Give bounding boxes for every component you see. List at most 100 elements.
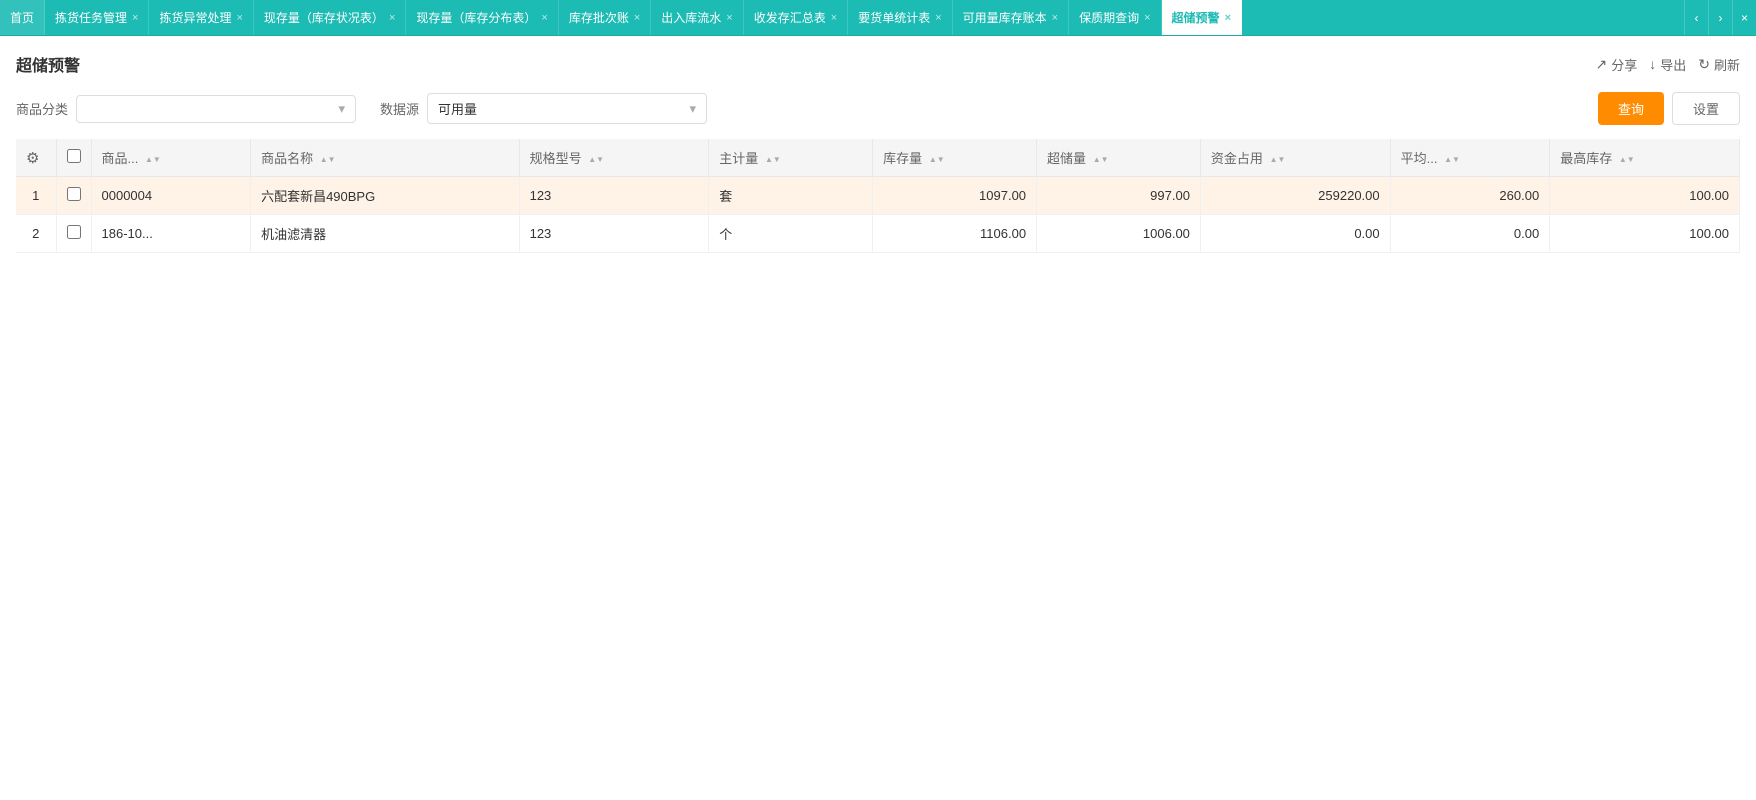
nav-collect[interactable]: 收发存汇总表 × — [744, 0, 848, 36]
col-spec: 规格型号 ▲▼ — [519, 139, 709, 177]
sort-code-icon[interactable]: ▲▼ — [145, 156, 161, 164]
sort-avg-icon[interactable]: ▲▼ — [1444, 156, 1460, 164]
refresh-button[interactable]: ↻ 刷新 — [1698, 55, 1740, 74]
sort-max-icon[interactable]: ▲▼ — [1619, 156, 1635, 164]
row-unit: 套 — [709, 177, 873, 215]
category-filter-group: 商品分类 ▾ — [16, 95, 356, 123]
row-name: 六配套新昌490BPG — [251, 177, 520, 215]
category-select[interactable]: ▾ — [76, 95, 356, 123]
col-stock: 库存量 ▲▼ — [873, 139, 1037, 177]
data-table: ⚙ 商品... ▲▼ 商品名称 ▲▼ 规格型号 ▲▼ 主计 — [16, 139, 1740, 253]
row-number: 2 — [16, 215, 56, 253]
nav-stock-dist[interactable]: 现存量（库存分布表） × — [406, 0, 558, 36]
settings-button[interactable]: 设置 — [1672, 92, 1740, 125]
row-overstock: 1006.00 — [1037, 215, 1201, 253]
sort-name-icon[interactable]: ▲▼ — [320, 156, 336, 164]
nav-prev-arrow[interactable]: ‹ — [1684, 0, 1708, 36]
row-name: 机油滤清器 — [251, 215, 520, 253]
sort-overstock-icon[interactable]: ▲▼ — [1093, 156, 1109, 164]
nav-stock-status[interactable]: 现存量（库存状况表） × — [254, 0, 406, 36]
col-unit: 主计量 ▲▼ — [709, 139, 873, 177]
row-number: 1 — [16, 177, 56, 215]
close-batch-icon[interactable]: × — [634, 12, 640, 24]
table-row: 2 186-10... 机油滤清器 123 个 1106.00 1006.00 … — [16, 215, 1740, 253]
row-code: 186-10... — [91, 215, 251, 253]
close-overstock-icon[interactable]: × — [1225, 12, 1231, 24]
col-name: 商品名称 ▲▼ — [251, 139, 520, 177]
page-header: 超储预警 ↗ 分享 ↓ 导出 ↻ 刷新 — [16, 52, 1740, 76]
close-inout-icon[interactable]: × — [726, 12, 732, 24]
close-collect-icon[interactable]: × — [831, 12, 837, 24]
row-overstock: 997.00 — [1037, 177, 1201, 215]
nav-quality[interactable]: 保质期查询 × — [1069, 0, 1161, 36]
row-unit: 个 — [709, 215, 873, 253]
nav-abnormal[interactable]: 拣货异常处理 × — [149, 0, 253, 36]
datasource-label: 数据源 — [380, 99, 419, 118]
sort-unit-icon[interactable]: ▲▼ — [765, 156, 781, 164]
gear-icon: ⚙ — [26, 150, 39, 167]
datasource-select[interactable]: 可用量 ▾ — [427, 93, 707, 124]
datasource-filter-group: 数据源 可用量 ▾ — [380, 93, 707, 124]
row-spec: 123 — [519, 177, 709, 215]
refresh-icon: ↻ — [1698, 56, 1710, 73]
nav-task[interactable]: 拣货任务管理 × — [45, 0, 149, 36]
row-max: 100.00 — [1550, 177, 1740, 215]
export-icon: ↓ — [1649, 56, 1656, 72]
select-all-checkbox[interactable] — [67, 149, 81, 163]
table-header-row: ⚙ 商品... ▲▼ 商品名称 ▲▼ 规格型号 ▲▼ 主计 — [16, 139, 1740, 177]
category-label: 商品分类 — [16, 99, 68, 118]
row-spec: 123 — [519, 215, 709, 253]
sort-capital-icon[interactable]: ▲▼ — [1270, 156, 1286, 164]
nav-next-arrow[interactable]: › — [1708, 0, 1732, 36]
close-avail-stock-icon[interactable]: × — [1052, 12, 1058, 24]
filter-row: 商品分类 ▾ 数据源 可用量 ▾ 查询 设置 — [16, 92, 1740, 125]
header-actions: ↗ 分享 ↓ 导出 ↻ 刷新 — [1595, 55, 1740, 74]
top-nav: 首页 拣货任务管理 × 拣货异常处理 × 现存量（库存状况表） × 现存量（库存… — [0, 0, 1756, 36]
nav-order-stat[interactable]: 要货单统计表 × — [848, 0, 952, 36]
close-task-icon[interactable]: × — [132, 12, 138, 24]
nav-overstock[interactable]: 超储预警 × — [1162, 0, 1242, 36]
close-abnormal-icon[interactable]: × — [236, 12, 242, 24]
close-order-stat-icon[interactable]: × — [935, 12, 941, 24]
chevron-down-icon: ▾ — [338, 101, 345, 117]
col-avg: 平均... ▲▼ — [1390, 139, 1550, 177]
nav-inout[interactable]: 出入库流水 × — [651, 0, 743, 36]
col-max: 最高库存 ▲▼ — [1550, 139, 1740, 177]
row-max: 100.00 — [1550, 215, 1740, 253]
select-all-col — [56, 139, 91, 177]
sort-stock-icon[interactable]: ▲▼ — [929, 156, 945, 164]
row-checkbox-cell — [56, 215, 91, 253]
row-avg: 0.00 — [1390, 215, 1550, 253]
share-button[interactable]: ↗ 分享 — [1595, 55, 1637, 74]
nav-avail-stock[interactable]: 可用量库存账本 × — [953, 0, 1069, 36]
nav-close-all[interactable]: × — [1732, 0, 1756, 36]
close-stock-status-icon[interactable]: × — [389, 12, 395, 24]
filter-buttons: 查询 设置 — [1598, 92, 1740, 125]
table-row: 1 0000004 六配套新昌490BPG 123 套 1097.00 997.… — [16, 177, 1740, 215]
col-code: 商品... ▲▼ — [91, 139, 251, 177]
nav-batch[interactable]: 库存批次账 × — [559, 0, 651, 36]
row-capital: 259220.00 — [1200, 177, 1390, 215]
page-title: 超储预警 — [16, 52, 80, 76]
page-content: 超储预警 ↗ 分享 ↓ 导出 ↻ 刷新 商品分类 ▾ 数据源 — [0, 36, 1756, 800]
export-button[interactable]: ↓ 导出 — [1649, 55, 1686, 74]
query-button[interactable]: 查询 — [1598, 92, 1664, 125]
close-quality-icon[interactable]: × — [1144, 12, 1150, 24]
row-avg: 260.00 — [1390, 177, 1550, 215]
row-capital: 0.00 — [1200, 215, 1390, 253]
sort-spec-icon[interactable]: ▲▼ — [588, 156, 604, 164]
col-overstock: 超储量 ▲▼ — [1037, 139, 1201, 177]
chevron-down-icon: ▾ — [690, 101, 697, 117]
nav-home[interactable]: 首页 — [0, 0, 45, 36]
row-stock: 1097.00 — [873, 177, 1037, 215]
col-capital: 资金占用 ▲▼ — [1200, 139, 1390, 177]
row-code: 0000004 — [91, 177, 251, 215]
share-icon: ↗ — [1595, 56, 1607, 73]
nav-arrows: ‹ › × — [1684, 0, 1756, 36]
row-stock: 1106.00 — [873, 215, 1037, 253]
close-stock-dist-icon[interactable]: × — [541, 12, 547, 24]
row-checkbox-cell — [56, 177, 91, 215]
row-checkbox[interactable] — [67, 187, 81, 201]
row-checkbox[interactable] — [67, 225, 81, 239]
gear-settings-col[interactable]: ⚙ — [16, 139, 56, 177]
